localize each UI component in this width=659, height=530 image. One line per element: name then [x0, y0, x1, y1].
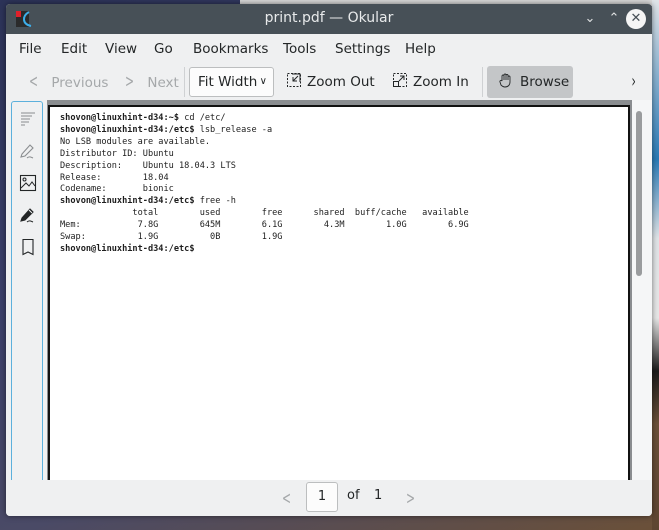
- previous-label: Previous: [51, 75, 109, 91]
- main-toolbar: < Previous > Next Fit Width ∨ Zoom Out Z…: [6, 64, 652, 100]
- terminal-text: :/etc$ free -h: [163, 196, 235, 206]
- zoom-mode-value: Fit Width: [198, 74, 258, 90]
- menu-edit[interactable]: Edit: [61, 41, 87, 57]
- page-number-input[interactable]: 1: [306, 482, 338, 512]
- chevron-right-icon: >: [125, 71, 135, 92]
- terminal-command: free -h: [194, 196, 236, 207]
- terminal-line: shovon@linuxhint-d34:/etc$ lsb_release -…: [60, 125, 469, 137]
- next-page-button[interactable]: > Next: [122, 68, 179, 96]
- terminal-prompt: shovon@linuxhint-d34: [60, 124, 164, 135]
- minimize-button[interactable]: ⌄: [580, 9, 600, 29]
- total-pages: 1: [374, 488, 383, 503]
- terminal-text: Release: 18.04: [60, 172, 169, 183]
- terminal-text: Distributor ID: Ubuntu: [60, 148, 174, 159]
- chevron-right-icon: ›: [631, 71, 636, 92]
- terminal-text: :/etc$: [163, 244, 194, 254]
- document-viewport[interactable]: shovon@linuxhint-d34:~$ cd /etc/shovon@l…: [47, 100, 632, 483]
- terminal-line: Release: 18.04: [60, 173, 469, 185]
- menu-help[interactable]: Help: [405, 41, 436, 57]
- desktop-background-edge: [652, 0, 659, 530]
- menu-bar: File Edit View Go Bookmarks Tools Settin…: [6, 34, 652, 62]
- terminal-prompt-path: :/etc$: [163, 124, 195, 135]
- toolbar-separator: [184, 67, 185, 97]
- terminal-line: total used free shared buff/cache availa…: [60, 208, 469, 220]
- terminal-text: :~$ cd /etc/: [163, 113, 225, 123]
- maximize-button[interactable]: ⌃: [604, 9, 624, 29]
- terminal-command: cd /etc/: [179, 113, 226, 123]
- terminal-text: Codename: bionic: [60, 184, 174, 195]
- terminal-output: shovon@linuxhint-d34:~$ cd /etc/shovon@l…: [60, 113, 469, 256]
- terminal-line: Swap: 1.9G 0B 1.9G: [60, 232, 469, 244]
- previous-page-button[interactable]: < Previous: [26, 68, 108, 96]
- terminal-line: Distributor ID: Ubuntu: [60, 149, 469, 161]
- thumbnails-icon[interactable]: [19, 174, 37, 192]
- toolbar-overflow-button[interactable]: ›: [630, 68, 637, 96]
- menu-go[interactable]: Go: [154, 41, 173, 57]
- terminal-text: :/etc$ lsb_release -a: [163, 125, 272, 135]
- window-title: print.pdf — Okular: [264, 10, 394, 26]
- chevron-left-icon: <: [29, 71, 39, 92]
- reviews-icon[interactable]: [19, 206, 37, 224]
- terminal-prompt: shovon@linuxhint-d34: [60, 243, 164, 254]
- vertical-scrollbar[interactable]: [632, 100, 652, 480]
- terminal-prompt-path: :/etc$: [163, 243, 195, 254]
- zoom-in-label: Zoom In: [413, 74, 469, 90]
- terminal-prompt-path: :/etc$: [163, 196, 195, 207]
- next-label: Next: [147, 75, 179, 91]
- scrollbar-thumb[interactable]: [636, 111, 642, 276]
- zoom-out-button[interactable]: Zoom Out: [287, 68, 375, 96]
- chevron-down-icon: ∨: [259, 76, 267, 87]
- toolbar-separator: [482, 67, 483, 97]
- terminal-prompt: shovon@linuxhint-d34: [60, 113, 164, 123]
- terminal-text: No LSB modules are available.: [60, 136, 211, 147]
- terminal-command: lsb_release -a: [194, 124, 273, 135]
- terminal-line: Description: Ubuntu 18.04.3 LTS: [60, 161, 469, 173]
- terminal-line: shovon@linuxhint-d34:/etc$ free -h: [60, 196, 469, 208]
- next-page-arrow[interactable]: >: [403, 485, 418, 509]
- zoom-mode-select[interactable]: Fit Width ∨: [189, 67, 274, 97]
- menu-tools[interactable]: Tools: [283, 41, 316, 57]
- zoom-in-icon: [393, 73, 407, 87]
- chevron-left-icon: <: [282, 488, 292, 509]
- previous-page-arrow[interactable]: <: [279, 485, 294, 509]
- okular-window: print.pdf — Okular ⌄ ⌃ ✕ File Edit View …: [6, 4, 652, 516]
- annotations-icon[interactable]: [19, 142, 37, 160]
- menu-bookmarks[interactable]: Bookmarks: [193, 41, 268, 57]
- sidebar-panel: [11, 101, 43, 513]
- terminal-prompt-path: :~$: [163, 113, 180, 123]
- of-label: of: [347, 488, 360, 503]
- terminal-text: total used free shared buff/cache availa…: [60, 208, 469, 219]
- terminal-line: Codename: bionic: [60, 184, 469, 196]
- menu-view[interactable]: View: [105, 41, 137, 57]
- close-button[interactable]: ✕: [626, 9, 646, 29]
- chevron-right-icon: >: [406, 488, 416, 509]
- terminal-line: shovon@linuxhint-d34:/etc$: [60, 244, 469, 256]
- menu-file[interactable]: File: [19, 41, 42, 57]
- zoom-out-label: Zoom Out: [307, 74, 375, 90]
- hand-icon: [499, 73, 511, 88]
- terminal-prompt: shovon@linuxhint-d34: [60, 196, 164, 207]
- bookmarks-icon[interactable]: [19, 238, 37, 256]
- zoom-out-icon: [287, 73, 301, 87]
- browse-label: Browse: [520, 74, 570, 90]
- terminal-line: shovon@linuxhint-d34:~$ cd /etc/: [60, 113, 469, 125]
- title-bar: print.pdf — Okular ⌄ ⌃ ✕: [6, 4, 652, 34]
- terminal-line: No LSB modules are available.: [60, 137, 469, 149]
- terminal-text: Mem: 7.8G 645M 6.1G 4.3M 1.0G 6.9G: [60, 220, 469, 231]
- browse-tool[interactable]: Browse: [498, 68, 569, 96]
- terminal-text: Swap: 1.9G 0B 1.9G: [60, 232, 283, 243]
- menu-settings[interactable]: Settings: [335, 41, 390, 57]
- terminal-line: Mem: 7.8G 645M 6.1G 4.3M 1.0G 6.9G: [60, 220, 469, 232]
- zoom-in-button[interactable]: Zoom In: [393, 68, 469, 96]
- terminal-text: Description: Ubuntu 18.04.3 LTS: [60, 160, 236, 171]
- table-of-contents-icon[interactable]: [19, 110, 37, 128]
- pdf-page: shovon@linuxhint-d34:~$ cd /etc/shovon@l…: [48, 105, 630, 483]
